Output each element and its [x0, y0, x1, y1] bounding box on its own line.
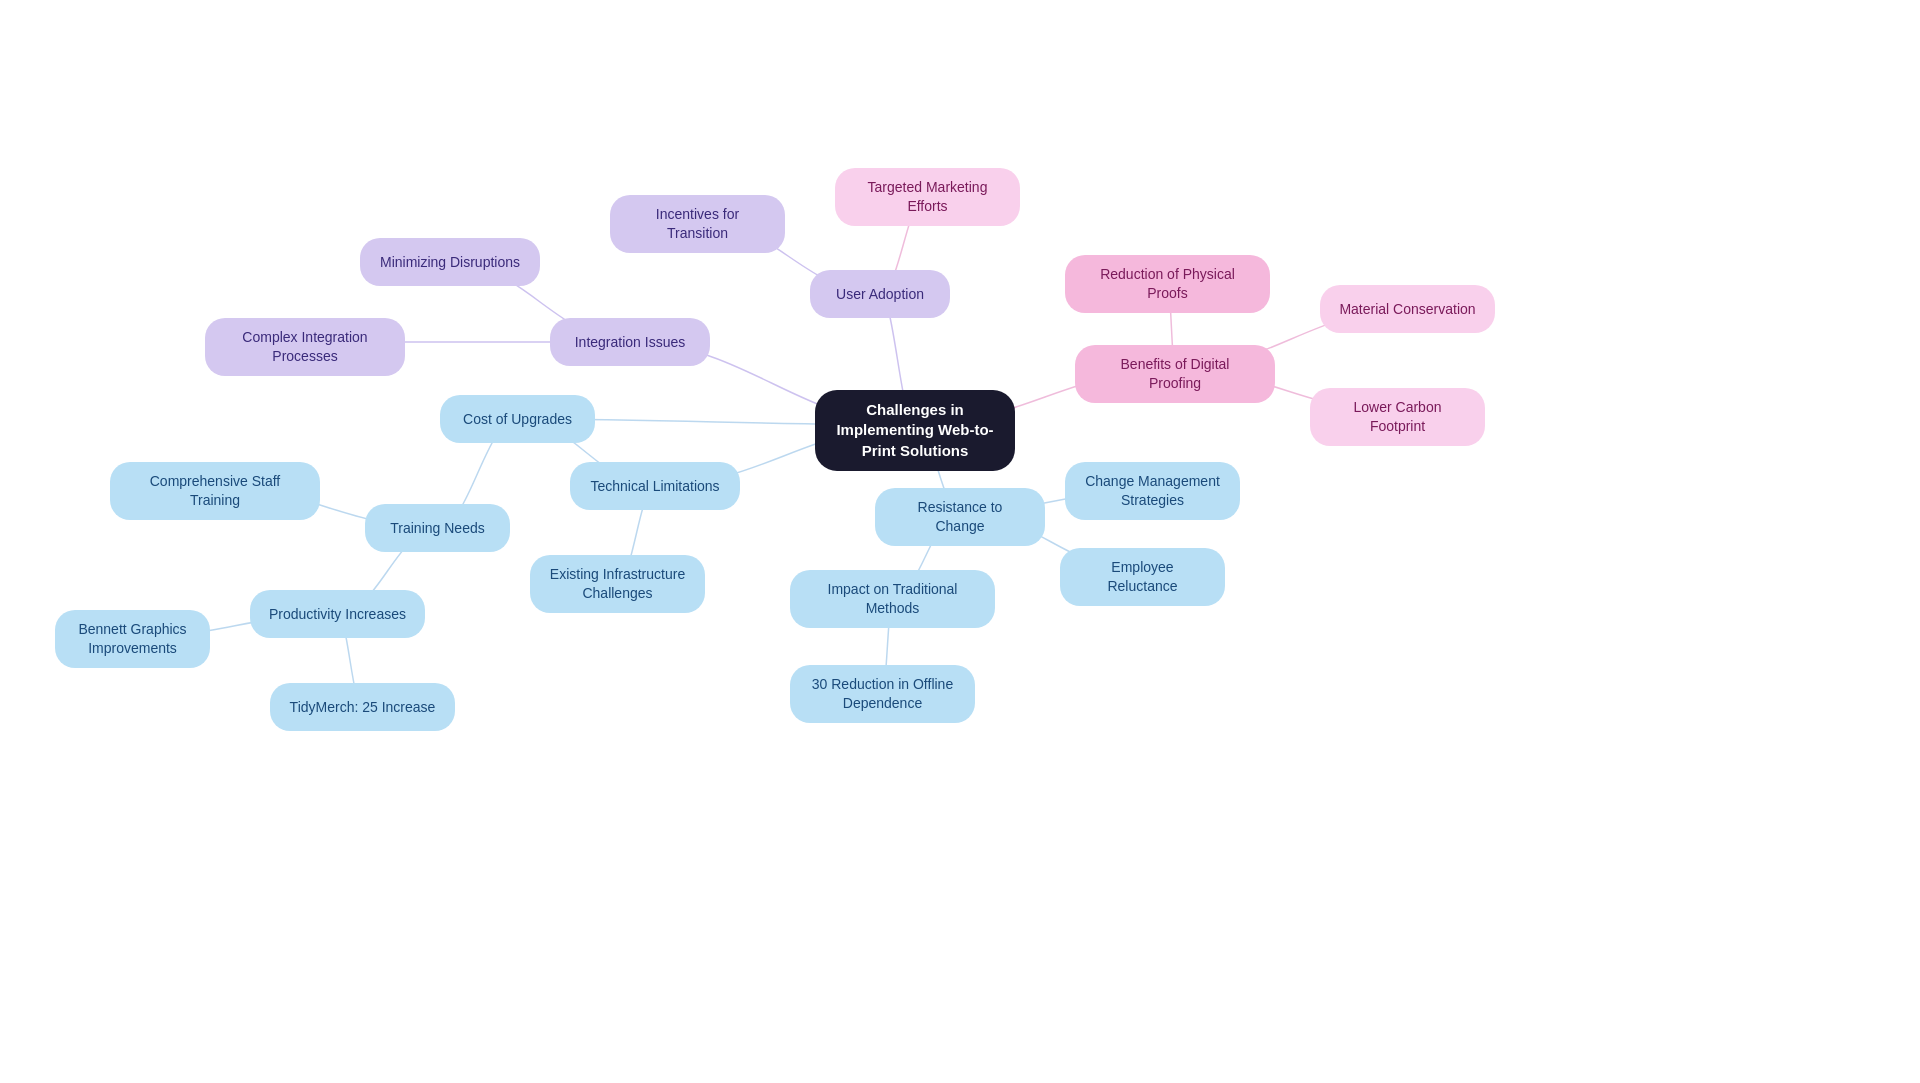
node-cost_upgrades: Cost of Upgrades: [440, 395, 595, 443]
node-comprehensive_staff: Comprehensive Staff Training: [110, 462, 320, 520]
node-tidymerch: TidyMerch: 25 Increase: [270, 683, 455, 731]
node-bennett_graphics: Bennett Graphics Improvements: [55, 610, 210, 668]
node-change_management: Change Management Strategies: [1065, 462, 1240, 520]
node-center: Challenges in Implementing Web-to-Print …: [815, 390, 1015, 471]
node-benefits_digital: Benefits of Digital Proofing: [1075, 345, 1275, 403]
mindmap-container: Challenges in Implementing Web-to-Print …: [0, 0, 1920, 1083]
node-targeted_marketing: Targeted Marketing Efforts: [835, 168, 1020, 226]
node-complex_integration: Complex Integration Processes: [205, 318, 405, 376]
node-employee_reluctance: Employee Reluctance: [1060, 548, 1225, 606]
node-reduction_offline: 30 Reduction in Offline Dependence: [790, 665, 975, 723]
node-resistance_change: Resistance to Change: [875, 488, 1045, 546]
node-user_adoption: User Adoption: [810, 270, 950, 318]
node-incentives_transition: Incentives for Transition: [610, 195, 785, 253]
node-training_needs: Training Needs: [365, 504, 510, 552]
node-technical_limitations: Technical Limitations: [570, 462, 740, 510]
node-integration_issues: Integration Issues: [550, 318, 710, 366]
node-existing_infra: Existing Infrastructure Challenges: [530, 555, 705, 613]
node-material_conservation: Material Conservation: [1320, 285, 1495, 333]
node-lower_carbon: Lower Carbon Footprint: [1310, 388, 1485, 446]
node-productivity: Productivity Increases: [250, 590, 425, 638]
node-reduction_physical: Reduction of Physical Proofs: [1065, 255, 1270, 313]
node-impact_traditional: Impact on Traditional Methods: [790, 570, 995, 628]
node-minimizing_disruptions: Minimizing Disruptions: [360, 238, 540, 286]
